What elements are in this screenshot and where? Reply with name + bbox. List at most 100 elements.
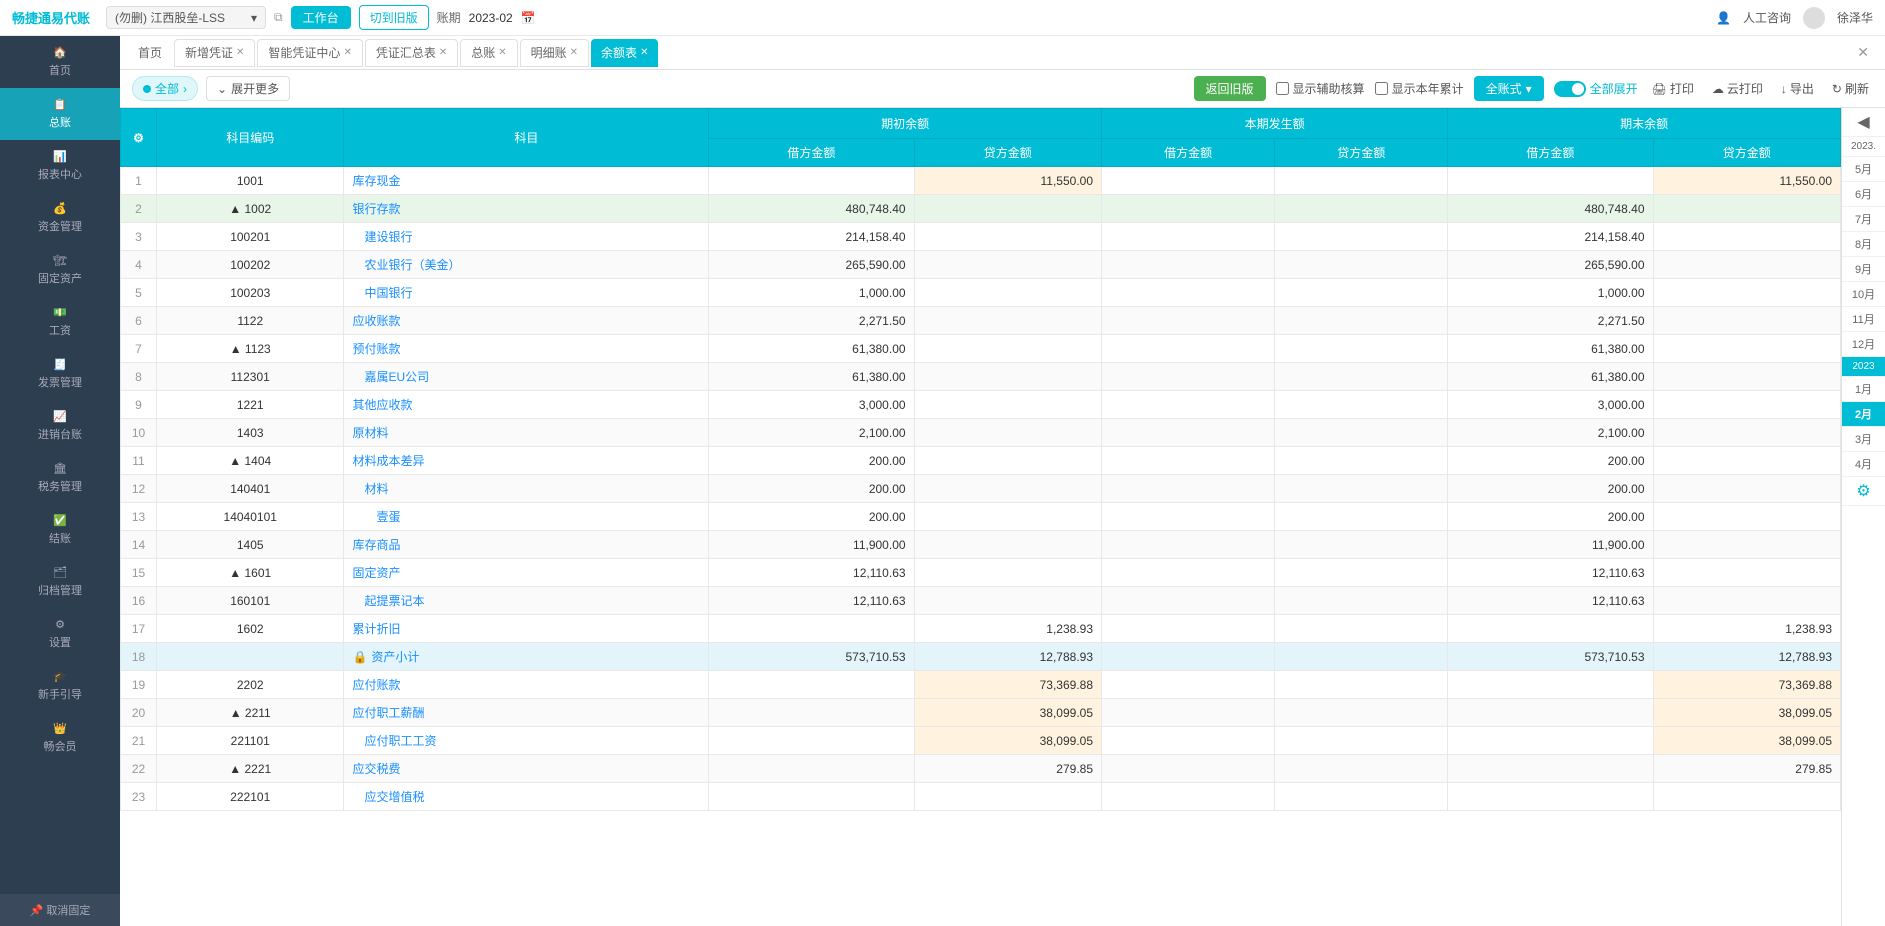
- sidebar-item-reports[interactable]: 📊 报表中心: [0, 140, 120, 192]
- calendar-icon[interactable]: 📅: [521, 11, 536, 25]
- right-panel-may[interactable]: 5月: [1842, 157, 1885, 182]
- tab-home[interactable]: 首页: [128, 39, 172, 67]
- tab-ledger[interactable]: 总账 ✕: [460, 39, 517, 67]
- subject-name[interactable]: 中国银行: [344, 279, 709, 307]
- copy-icon[interactable]: ⧉: [274, 10, 283, 25]
- subject-name[interactable]: 壹蛋: [344, 503, 709, 531]
- subject-name[interactable]: 库存商品: [344, 531, 709, 559]
- export-button[interactable]: ↓ 导出: [1777, 78, 1818, 99]
- table-row: 18🔒资产小计573,710.5312,788.93573,710.5312,7…: [121, 643, 1841, 671]
- right-panel-sep[interactable]: 9月: [1842, 257, 1885, 282]
- begin-credit: [914, 531, 1101, 559]
- print-button[interactable]: 🖨 打印: [1648, 78, 1698, 99]
- tab-balance-close[interactable]: ✕: [640, 47, 648, 58]
- right-panel-dec[interactable]: 12月: [1842, 332, 1885, 357]
- tab-detail-ledger-close[interactable]: ✕: [570, 47, 578, 58]
- assist-calc-check[interactable]: [1276, 82, 1289, 95]
- right-panel-year-2023a[interactable]: 2023.: [1842, 137, 1885, 157]
- tab-voucher-summary[interactable]: 凭证汇总表 ✕: [365, 39, 458, 67]
- subject-name[interactable]: 材料成本差异: [344, 447, 709, 475]
- subject-name[interactable]: 应交税费: [344, 755, 709, 783]
- tab-detail-ledger[interactable]: 明细账 ✕: [520, 39, 589, 67]
- switch-old-button[interactable]: 切到旧版: [359, 5, 429, 30]
- sidebar-item-sales[interactable]: 📈 进销台账: [0, 400, 120, 452]
- subject-name[interactable]: 应付账款: [344, 671, 709, 699]
- subject-name[interactable]: 库存现金: [344, 167, 709, 195]
- sidebar-item-assets[interactable]: 🏗 固定资产: [0, 244, 120, 296]
- sidebar-item-guide[interactable]: 🎓 新手引导: [0, 660, 120, 712]
- sidebar-item-archive[interactable]: 🗂 归档管理: [0, 556, 120, 608]
- right-panel-year-2023b[interactable]: 2023: [1842, 357, 1885, 377]
- begin-debit: 12,110.63: [709, 559, 914, 587]
- begin-debit: [709, 755, 914, 783]
- sidebar-item-invoice[interactable]: 🧾 发票管理: [0, 348, 120, 400]
- subject-name[interactable]: 起提票记本: [344, 587, 709, 615]
- sidebar-item-tax[interactable]: 🏛 税务管理: [0, 452, 120, 504]
- subject-name[interactable]: 应付职工薪酬: [344, 699, 709, 727]
- right-panel-jun[interactable]: 6月: [1842, 182, 1885, 207]
- expand-more-button[interactable]: ⌄ 展开更多: [206, 76, 290, 101]
- cloud-print-button[interactable]: ☁ 云打印: [1708, 78, 1767, 99]
- subject-name[interactable]: 应付职工工资: [344, 727, 709, 755]
- right-panel-nov[interactable]: 11月: [1842, 307, 1885, 332]
- tab-ledger-close[interactable]: ✕: [498, 47, 506, 58]
- sidebar-item-member[interactable]: 👑 畅会员: [0, 712, 120, 764]
- consult-label[interactable]: 人工咨询: [1743, 9, 1791, 26]
- guide-icon: 🎓: [53, 670, 67, 683]
- company-selector[interactable]: (勿删) 江西股垒-LSS ▾: [106, 6, 266, 29]
- unpin-button[interactable]: 📌 取消固定: [0, 894, 120, 926]
- tab-balance[interactable]: 余额表 ✕: [591, 39, 658, 67]
- subject-name[interactable]: 银行存款: [344, 195, 709, 223]
- subject-name[interactable]: 固定资产: [344, 559, 709, 587]
- end-credit: [1653, 391, 1841, 419]
- return-old-button[interactable]: 返回旧版: [1194, 76, 1266, 101]
- right-panel-jan[interactable]: 1月: [1842, 377, 1885, 402]
- refresh-button[interactable]: ↻ 刷新: [1828, 78, 1873, 99]
- all-selector[interactable]: 全部 ›: [132, 76, 198, 101]
- right-panel-feb[interactable]: 2月: [1842, 402, 1885, 427]
- sidebar-item-payroll[interactable]: 💵 工资: [0, 296, 120, 348]
- right-panel-apr[interactable]: 4月: [1842, 452, 1885, 477]
- settings-gear-icon[interactable]: ⚙: [133, 131, 144, 145]
- current-credit: [1275, 531, 1448, 559]
- right-panel-settings-dot[interactable]: ⚙: [1842, 477, 1885, 506]
- sidebar-item-ledger[interactable]: 📋 总账: [0, 88, 120, 140]
- expand-all-toggle[interactable]: 全部展开: [1554, 80, 1638, 97]
- show-assist-calc-checkbox[interactable]: 显示辅助核算: [1276, 80, 1365, 97]
- row-num: 16: [121, 587, 157, 615]
- subject-name[interactable]: 预付账款: [344, 335, 709, 363]
- workbench-button[interactable]: 工作台: [291, 6, 351, 29]
- subject-name[interactable]: 应交增值税: [344, 783, 709, 811]
- tab-smart-voucher[interactable]: 智能凭证中心 ✕: [257, 39, 362, 67]
- subject-name[interactable]: 累计折旧: [344, 615, 709, 643]
- right-panel-expand-btn[interactable]: ◀: [1842, 108, 1885, 137]
- subject-name[interactable]: 嘉属EU公司: [344, 363, 709, 391]
- tab-smart-voucher-close[interactable]: ✕: [343, 47, 351, 58]
- subject-name[interactable]: 应收账款: [344, 307, 709, 335]
- subject-name[interactable]: 农业银行（美金）: [344, 251, 709, 279]
- subject-name[interactable]: 原材料: [344, 419, 709, 447]
- subject-name[interactable]: 建设银行: [344, 223, 709, 251]
- tab-close-all[interactable]: ✕: [1849, 44, 1877, 61]
- right-panel-jul[interactable]: 7月: [1842, 207, 1885, 232]
- right-panel-mar[interactable]: 3月: [1842, 427, 1885, 452]
- sidebar-item-settings[interactable]: ⚙ 设置: [0, 608, 120, 660]
- right-panel-oct[interactable]: 10月: [1842, 282, 1885, 307]
- sidebar-item-funds[interactable]: 💰 资金管理: [0, 192, 120, 244]
- format-button[interactable]: 全账式 ▾: [1474, 76, 1544, 101]
- end-credit: [1653, 223, 1841, 251]
- end-credit: 38,099.05: [1653, 727, 1841, 755]
- show-year-accum-checkbox[interactable]: 显示本年累计: [1375, 80, 1464, 97]
- subject-name[interactable]: 其他应收款: [344, 391, 709, 419]
- sidebar-item-home[interactable]: 🏠 首页: [0, 36, 120, 88]
- settings-col-header[interactable]: ⚙: [121, 109, 157, 167]
- export-label: 导出: [1790, 80, 1814, 97]
- sidebar-item-close-accounts[interactable]: ✅ 结账: [0, 504, 120, 556]
- tab-voucher-summary-close[interactable]: ✕: [439, 47, 447, 58]
- begin-credit: [914, 559, 1101, 587]
- right-panel-aug[interactable]: 8月: [1842, 232, 1885, 257]
- subject-name[interactable]: 材料: [344, 475, 709, 503]
- tab-new-voucher-close[interactable]: ✕: [236, 47, 244, 58]
- tab-new-voucher[interactable]: 新增凭证 ✕: [174, 39, 255, 67]
- year-accum-check[interactable]: [1375, 82, 1388, 95]
